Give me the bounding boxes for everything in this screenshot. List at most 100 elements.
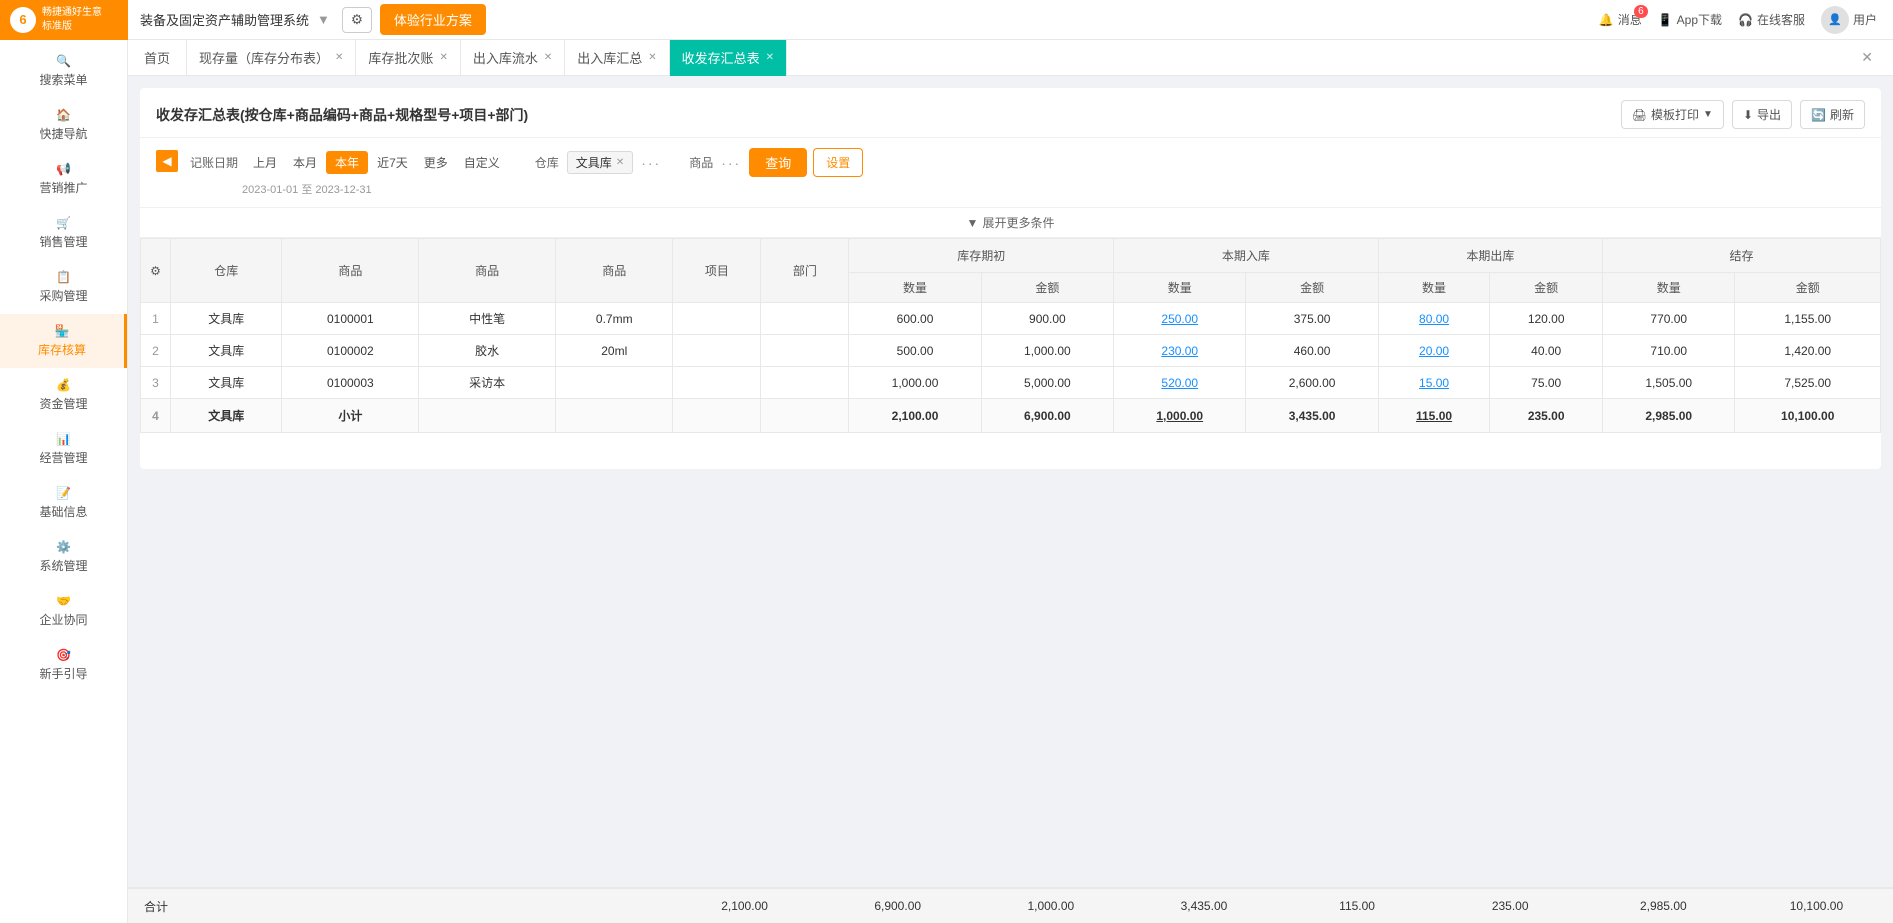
experience-button[interactable]: 体验行业方案 [380, 4, 486, 35]
refresh-button[interactable]: 🔄 刷新 [1800, 100, 1865, 129]
print-icon: 🖨 [1632, 108, 1647, 122]
tab-home[interactable]: 首页 [128, 40, 187, 76]
print-button[interactable]: 🖨 模板打印 ▼ [1621, 100, 1724, 129]
tab-close-4[interactable]: ✕ [648, 52, 656, 63]
row-dept-1 [761, 303, 849, 335]
footer-label: 合计 [128, 898, 668, 915]
tab-close-2[interactable]: ✕ [439, 52, 447, 63]
tab-batch-account[interactable]: 库存批次账 ✕ [356, 40, 460, 76]
sidebar-item-purchase[interactable]: 📋 采购管理 [0, 260, 127, 314]
row-out-qty-2[interactable]: 20.00 [1378, 335, 1490, 367]
tab-in-out-summary[interactable]: 出入库汇总 ✕ [565, 40, 669, 76]
date-7days-button[interactable]: 近7天 [370, 151, 415, 174]
row-bal-qty-1: 770.00 [1603, 303, 1735, 335]
col-settings-header: ⚙ [141, 239, 171, 303]
row-num-1: 1 [141, 303, 171, 335]
row-in-qty-2[interactable]: 230.00 [1114, 335, 1246, 367]
online-service-button[interactable]: 🎧 在线客服 [1738, 11, 1805, 28]
filter-toggle-button[interactable]: ◀ [156, 150, 178, 172]
row-name-2: 胶水 [419, 335, 556, 367]
subtotal-in-amt: 3,435.00 [1246, 399, 1378, 433]
table-row: 2 文具库 0100002 胶水 20ml 500.00 1,000.00 23… [141, 335, 1881, 367]
warehouse-tag-close[interactable]: ✕ [616, 157, 624, 168]
footer-in-amt: 3,435.00 [1127, 899, 1280, 913]
warehouse-tag: 文具库 ✕ [567, 151, 633, 174]
date-custom-button[interactable]: 自定义 [457, 151, 507, 174]
row-in-qty-3[interactable]: 520.00 [1114, 367, 1246, 399]
gear-settings-button[interactable]: ⚙ [342, 7, 372, 33]
row-in-qty-1[interactable]: 250.00 [1114, 303, 1246, 335]
subtotal-bal-amt: 10,100.00 [1735, 399, 1881, 433]
date-more-button[interactable]: 更多 [417, 151, 455, 174]
sidebar-item-management[interactable]: 📊 经营管理 [0, 422, 127, 476]
table-row: 1 文具库 0100001 中性笔 0.7mm 600.00 900.00 25… [141, 303, 1881, 335]
row-code-1: 0100001 [282, 303, 419, 335]
sidebar-item-marketing[interactable]: 📢 营销推广 [0, 152, 127, 206]
subtotal-open-amt: 6,900.00 [981, 399, 1113, 433]
col-code-header: 商品 [282, 239, 419, 303]
date-last-month-button[interactable]: 上月 [246, 151, 284, 174]
row-open-amt-2: 1,000.00 [981, 335, 1113, 367]
col-balance-header: 结存 [1603, 239, 1881, 273]
row-in-amt-3: 2,600.00 [1246, 367, 1378, 399]
subtotal-warehouse: 文具库 [171, 399, 282, 433]
date-this-year-button[interactable]: 本年 [326, 151, 368, 174]
row-out-qty-3[interactable]: 15.00 [1378, 367, 1490, 399]
tab-in-out-flow[interactable]: 出入库流水 ✕ [461, 40, 565, 76]
subtotal-row: 4 文具库 小计 2,100.00 6,900.00 1,000.00 [141, 399, 1881, 433]
subtotal-out-amt: 235.00 [1490, 399, 1603, 433]
refresh-icon: 🔄 [1811, 108, 1826, 122]
app-download-button[interactable]: 📱 App下载 [1658, 11, 1722, 28]
notifications-button[interactable]: 🔔 6 消息 [1599, 11, 1642, 28]
col-period-open-header: 库存期初 [849, 239, 1114, 273]
row-spec-2: 20ml [556, 335, 673, 367]
download-icon: 📱 [1658, 13, 1673, 27]
subtotal-num: 4 [141, 399, 171, 433]
export-button[interactable]: ⬇ 导出 [1732, 100, 1792, 129]
sidebar-item-finance[interactable]: 💰 资金管理 [0, 368, 127, 422]
page-header: 收发存汇总表(按仓库+商品编码+商品+规格型号+项目+部门) 🖨 模板打印 ▼ … [140, 88, 1881, 138]
product-more-button[interactable]: ··· [721, 155, 741, 171]
sidebar-item-enterprise[interactable]: 🤝 企业协同 [0, 584, 127, 638]
date-range-display: 2023-01-01 至 2023-12-31 [242, 184, 372, 196]
row-project-2 [673, 335, 761, 367]
sidebar-item-sales[interactable]: 🛒 销售管理 [0, 206, 127, 260]
tab-bar-close-icon[interactable]: ✕ [1853, 49, 1881, 65]
user-avatar[interactable]: 👤 用户 [1821, 6, 1877, 34]
subtotal-bal-qty: 2,985.00 [1603, 399, 1735, 433]
tab-close-3[interactable]: ✕ [544, 52, 552, 63]
footer-open-qty: 2,100.00 [668, 899, 821, 913]
sidebar-item-inventory[interactable]: 🏪 库存核算 [0, 314, 127, 368]
sidebar-item-search[interactable]: 🔍 搜索菜单 [0, 44, 127, 98]
col-in-qty-header: 数量 [1114, 273, 1246, 303]
dropdown-icon[interactable]: ▼ [317, 12, 330, 27]
tab-close-1[interactable]: ✕ [335, 52, 343, 63]
table-settings-button[interactable]: 设置 [813, 148, 863, 177]
col-period-out-header: 本期出库 [1378, 239, 1602, 273]
date-filter-label: 记账日期 [190, 154, 238, 171]
page-content: 收发存汇总表(按仓库+商品编码+商品+规格型号+项目+部门) 🖨 模板打印 ▼ … [128, 76, 1893, 887]
tab-inventory-distribution[interactable]: 现存量（库存分布表） ✕ [187, 40, 356, 76]
sidebar-item-base-info[interactable]: 📝 基础信息 [0, 476, 127, 530]
system-title: 装备及固定资产辅助管理系统 ▼ [140, 10, 330, 29]
sidebar-item-home[interactable]: 🏠 快捷导航 [0, 98, 127, 152]
date-this-month-button[interactable]: 本月 [286, 151, 324, 174]
query-button[interactable]: 查询 [749, 148, 807, 177]
tab-close-5[interactable]: ✕ [766, 52, 774, 63]
subtotal-out-qty: 115.00 [1378, 399, 1490, 433]
notification-badge: 6 [1634, 5, 1648, 18]
expand-conditions-button[interactable]: ▼ 展开更多条件 [967, 214, 1055, 231]
warehouse-more-button[interactable]: ··· [641, 155, 661, 171]
col-period-in-header: 本期入库 [1114, 239, 1379, 273]
system-icon: ⚙️ [56, 540, 71, 554]
home-icon: 🏠 [56, 108, 71, 122]
sidebar-item-system[interactable]: ⚙️ 系统管理 [0, 530, 127, 584]
col-out-amt-header: 金额 [1490, 273, 1603, 303]
dropdown-arrow-icon: ▼ [1703, 109, 1713, 120]
row-out-qty-1[interactable]: 80.00 [1378, 303, 1490, 335]
tab-receive-send-summary[interactable]: 收发存汇总表 ✕ [670, 40, 787, 76]
footer-bal-qty: 2,985.00 [1587, 899, 1740, 913]
sidebar-item-guide[interactable]: 🎯 新手引导 [0, 638, 127, 692]
sidebar: 🔍 搜索菜单 🏠 快捷导航 📢 营销推广 🛒 销售管理 📋 采购管理 🏪 库存核… [0, 40, 128, 923]
subtotal-label: 小计 [282, 399, 419, 433]
